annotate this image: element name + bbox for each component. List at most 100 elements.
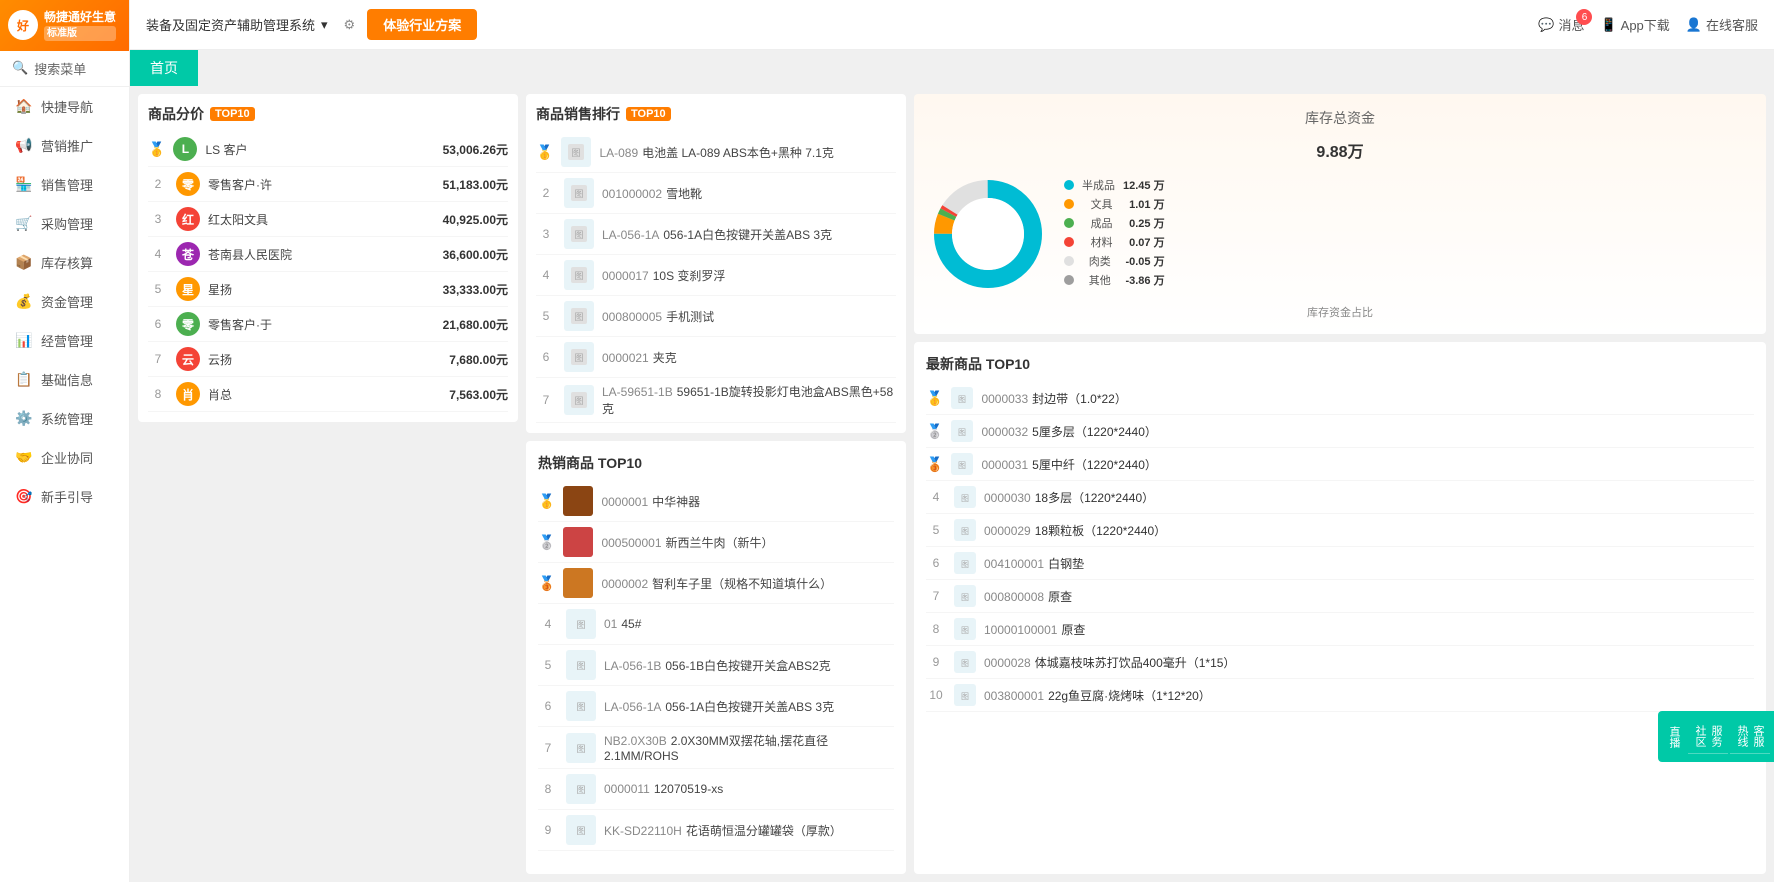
product-rank-item: 2 图 001000002雪地靴 — [536, 173, 896, 214]
rank-amount: 53,006.26元 — [443, 141, 508, 158]
hot-product-info: LA-056-1A056-1A白色按键开关盖ABS 3克 — [604, 698, 894, 715]
message-button[interactable]: 💬 消息 6 — [1538, 15, 1584, 34]
sidebar-item-purchase[interactable]: 🛒 采购管理 — [0, 204, 129, 243]
legend-value: 0.07 万 — [1129, 234, 1164, 250]
new-product-item: 7 图 000800008原查 — [926, 580, 1754, 613]
rank-number: 4 — [538, 617, 558, 631]
new-product-info: 000002918颗粒板（1220*2440） — [984, 522, 1166, 539]
sidebar-item-system[interactable]: ⚙️ 系统管理 — [0, 399, 129, 438]
new-product-item: 6 图 004100001白钢垫 — [926, 547, 1754, 580]
legend-dot — [1064, 256, 1074, 266]
legend-item: 文具 1.01 万 — [1064, 196, 1165, 212]
rank-number: 9 — [926, 655, 946, 669]
new-product-thumb: 图 — [954, 519, 976, 541]
rank-name: LS 客户 — [205, 141, 434, 158]
float-live[interactable]: 直播 — [1662, 719, 1686, 754]
sidebar-item-quick[interactable]: 🏠 快捷导航 — [0, 87, 129, 126]
float-community[interactable]: 服务社区 — [1688, 719, 1728, 754]
product-rank-item: 5 图 000800005手机测试 — [536, 296, 896, 337]
sidebar-item-finance[interactable]: 💰 资金管理 — [0, 282, 129, 321]
svg-text:图: 图 — [576, 744, 585, 754]
product-thumb: 图 — [566, 733, 596, 763]
new-products-panel: 最新商品 TOP10 🥇 图 0000033封边带（1.0*22） 🥈 图 00… — [914, 342, 1766, 874]
product-thumb: 图 — [564, 219, 594, 249]
sidebar-item-operation[interactable]: 📊 经营管理 — [0, 321, 129, 360]
new-products-title: 最新商品 TOP10 — [926, 354, 1754, 374]
legend-value: -0.05 万 — [1125, 253, 1164, 269]
new-product-thumb: 图 — [954, 585, 976, 607]
product-info: LA-089电池盖 LA-089 ABS本色+黑种 7.1克 — [599, 144, 896, 161]
svg-text:图: 图 — [958, 428, 966, 437]
hot-product-item: 🥈 000500001新西兰牛肉（新牛） — [538, 522, 894, 563]
home-tab[interactable]: 首页 — [130, 50, 198, 86]
legend-value: 12.45 万 — [1123, 177, 1165, 193]
system-selector[interactable]: 装备及固定资产辅助管理系统 ▾ — [146, 15, 328, 34]
sidebar-item-marketing[interactable]: 📢 营销推广 — [0, 126, 129, 165]
rank-number: 6 — [148, 317, 168, 331]
marketing-icon: 📢 — [15, 136, 33, 154]
product-thumb: 图 — [566, 774, 596, 804]
product-rank-item: 4 图 000001710S 变刹罗浮 — [536, 255, 896, 296]
svg-text:图: 图 — [958, 395, 966, 404]
svg-text:图: 图 — [576, 702, 585, 712]
new-product-thumb: 图 — [954, 684, 976, 706]
rank-number: 5 — [536, 309, 556, 323]
new-product-item: 10 图 00380000122g鱼豆腐·烧烤味（1*12*20） — [926, 679, 1754, 712]
hot-product-item: 5 图 LA-056-1B056-1B白色按键开关盒ABS2克 — [538, 645, 894, 686]
medal-icon: 🥇 — [538, 493, 555, 510]
new-products-list: 🥇 图 0000033封边带（1.0*22） 🥈 图 00000325厘多层（1… — [926, 382, 1754, 712]
sidebar-item-inventory[interactable]: 📦 库存核算 — [0, 243, 129, 282]
rank-number: 4 — [536, 268, 556, 282]
chevron-down-icon: ▾ — [321, 17, 328, 33]
rank-number: 6 — [926, 556, 946, 570]
base-icon: 📋 — [15, 370, 33, 388]
top-header: 装备及固定资产辅助管理系统 ▾ ⚙ 体验行业方案 💬 消息 6 📱 App下载 … — [130, 0, 1774, 50]
new-product-item: 4 图 000003018多层（1220*2440） — [926, 481, 1754, 514]
float-customer-service[interactable]: 客服热线 — [1730, 719, 1770, 754]
sidebar-item-cooperate[interactable]: 🤝 企业协同 — [0, 438, 129, 477]
svg-text:图: 图 — [961, 626, 969, 635]
col-mid: 商品销售排行 TOP10 🥇 图 LA-089电池盖 LA-089 ABS本色+… — [526, 94, 906, 874]
legend-name: 半成品 — [1082, 177, 1115, 193]
operation-icon: 📊 — [15, 331, 33, 349]
new-product-item: 5 图 000002918颗粒板（1220*2440） — [926, 514, 1754, 547]
sidebar-item-sales[interactable]: 🏪 销售管理 — [0, 165, 129, 204]
customer-rank-title: 商品分价 TOP10 — [148, 104, 508, 124]
svg-text:图: 图 — [576, 785, 585, 795]
product-info: 000800005手机测试 — [602, 308, 896, 325]
trial-button[interactable]: 体验行业方案 — [367, 9, 477, 40]
new-product-item: 8 图 10000100001原查 — [926, 613, 1754, 646]
gear-icon[interactable]: ⚙ — [344, 17, 356, 33]
sidebar-item-base[interactable]: 📋 基础信息 — [0, 360, 129, 399]
app-download-button[interactable]: 📱 App下载 — [1600, 15, 1669, 34]
sidebar-logo: 好 畅捷通好生意 标准版 — [0, 0, 129, 51]
online-service-button[interactable]: 👤 在线客服 — [1686, 15, 1758, 34]
search-menu[interactable]: 🔍 搜索菜单 — [0, 51, 129, 87]
new-product-info: 0000028体城嘉枝味苏打饮品400毫升（1*15） — [984, 654, 1235, 671]
sidebar-item-guide[interactable]: 🎯 新手引导 — [0, 477, 129, 516]
svg-text:图: 图 — [961, 560, 969, 569]
hot-product-item: 4 图 0145# — [538, 604, 894, 645]
product-thumb: 图 — [564, 385, 594, 415]
svg-text:图: 图 — [576, 826, 585, 836]
hot-product-info: NB2.0X30B2.0X30MM双摆花轴,摆花直径2.1MM/ROHS — [604, 732, 894, 763]
svg-text:图: 图 — [572, 148, 581, 158]
svg-text:图: 图 — [576, 661, 585, 671]
system-name: 装备及固定资产辅助管理系统 — [146, 15, 315, 34]
product-thumb: 图 — [566, 815, 596, 845]
message-badge: 6 — [1576, 9, 1592, 25]
hot-product-info: 000500001新西兰牛肉（新牛） — [601, 534, 894, 551]
product-info: LA-59651-1B59651-1B旋转投影灯电池盒ABS黑色+58克 — [602, 383, 896, 417]
legend-name: 肉类 — [1082, 253, 1117, 269]
product-thumb: 图 — [566, 609, 596, 639]
legend-dot — [1064, 237, 1074, 247]
rank-amount: 21,680.00元 — [443, 316, 508, 333]
hot-product-info: 0000002智利车子里（规格不知道填什么） — [601, 575, 894, 592]
rank-name: 云扬 — [208, 351, 441, 368]
hot-product-info: 0145# — [604, 617, 894, 631]
product-rank-item: 6 图 0000021夹克 — [536, 337, 896, 378]
product-rank-item: 3 图 LA-056-1A056-1A白色按键开关盖ABS 3克 — [536, 214, 896, 255]
sales-icon: 🏪 — [15, 175, 33, 193]
rank-item: 🥇 L LS 客户 53,006.26元 — [148, 132, 508, 167]
product-info: 0000021夹克 — [602, 349, 896, 366]
